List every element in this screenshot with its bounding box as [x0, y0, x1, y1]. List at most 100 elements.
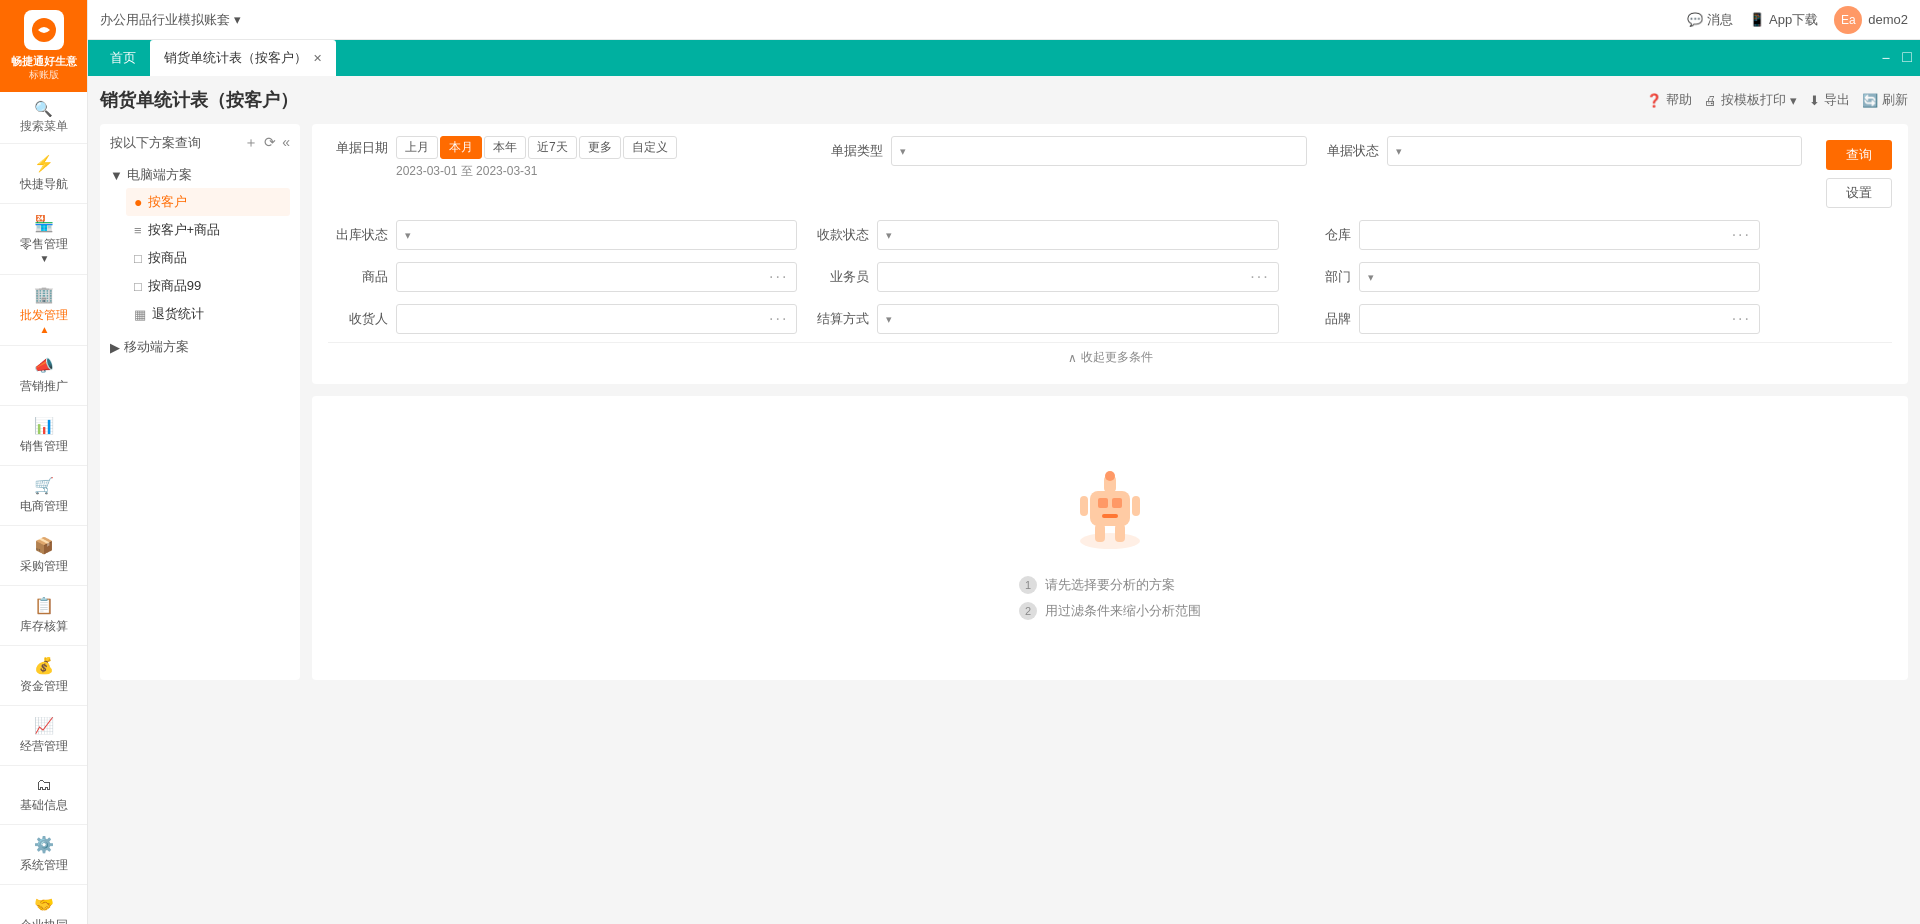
sidebar-item-operations[interactable]: 📈 经营管理: [0, 706, 87, 766]
collapse-icon: ∧: [1068, 351, 1077, 365]
message-button[interactable]: 💬 消息: [1687, 11, 1733, 29]
tree-node-desktop[interactable]: ▼ 电脑端方案: [110, 162, 290, 188]
tip-text-2: 用过滤条件来缩小分析范围: [1045, 602, 1201, 620]
chevron-down-icon: ▾: [1790, 93, 1797, 108]
svg-point-7: [1105, 471, 1115, 481]
sidebar-item-quick[interactable]: ⚡ 快捷导航: [0, 144, 87, 204]
tab-close-button[interactable]: ✕: [313, 52, 322, 65]
page-content: 销货单统计表（按客户） ❓ 帮助 🖨 按模板打印 ▾ ⬇ 导出 🔄 刷新: [88, 76, 1920, 924]
sidebar-item-wholesale[interactable]: 🏢 批发管理 ▲: [0, 275, 87, 346]
tree-desktop-label: 电脑端方案: [127, 166, 192, 184]
tree-child-by-customer[interactable]: ● 按客户: [126, 188, 290, 216]
window-maximize-button[interactable]: □: [1902, 48, 1912, 69]
sidebar-item-inventory[interactable]: 📋 库存核算: [0, 586, 87, 646]
department-select[interactable]: ▾: [1359, 262, 1760, 292]
sidebar-item-label: 销售管理: [20, 438, 68, 455]
window-minimize-button[interactable]: －: [1878, 48, 1894, 69]
date-this-month[interactable]: 本月: [440, 136, 482, 159]
app-download-label: App下载: [1769, 11, 1818, 29]
print-button[interactable]: 🖨 按模板打印 ▾: [1704, 91, 1797, 109]
doc-status-select[interactable]: ▾: [1387, 136, 1802, 166]
payment-status-label: 收款状态: [809, 226, 869, 244]
by-product-icon: □: [134, 251, 142, 266]
sidebar-item-basic[interactable]: 🗂 基础信息: [0, 766, 87, 825]
sidebar-item-retail[interactable]: 🏪 零售管理 ▼: [0, 204, 87, 275]
product-label: 商品: [328, 268, 388, 286]
sidebar-item-system[interactable]: ⚙️ 系统管理: [0, 825, 87, 885]
help-icon: ❓: [1646, 93, 1662, 108]
add-scheme-button[interactable]: ＋: [244, 134, 258, 152]
date-last-7days[interactable]: 近7天: [528, 136, 577, 159]
filter-receiver-col: 收货人 ···: [328, 304, 797, 334]
dots-icon: ···: [1732, 226, 1751, 244]
sidebar-item-sales[interactable]: 📊 销售管理: [0, 406, 87, 466]
export-button[interactable]: ⬇ 导出: [1809, 91, 1850, 109]
date-more[interactable]: 更多: [579, 136, 621, 159]
salesperson-label: 业务员: [809, 268, 869, 286]
warehouse-input[interactable]: ···: [1359, 220, 1760, 250]
refresh-button[interactable]: 🔄 刷新: [1862, 91, 1908, 109]
date-this-year[interactable]: 本年: [484, 136, 526, 159]
top-bar-right: 💬 消息 📱 App下载 Ea demo2: [1687, 6, 1908, 34]
tree-child-product-99[interactable]: □ 按商品99: [126, 272, 290, 300]
svg-rect-5: [1102, 514, 1118, 518]
payment-status-select[interactable]: ▾: [877, 220, 1278, 250]
filter-panel: 单据日期 上月 本月 本年 近7天 更多 自定义: [312, 124, 1908, 384]
sidebar-item-finance[interactable]: 💰 资金管理: [0, 646, 87, 706]
settings-button[interactable]: 设置: [1826, 178, 1892, 208]
date-label: 单据日期: [328, 139, 388, 157]
sidebar-item-label: 资金管理: [20, 678, 68, 695]
tree-child-customer-product[interactable]: ≡ 按客户+商品: [126, 216, 290, 244]
filter-warehouse-col: 仓库 ···: [1291, 220, 1760, 250]
tree-expand-icon: ▼: [110, 168, 123, 183]
scheme-header-title: 按以下方案查询: [110, 134, 201, 152]
user-info[interactable]: Ea demo2: [1834, 6, 1908, 34]
filter-row-2: 出库状态 ▾ 收款状态 ▾ 仓库: [328, 220, 1892, 250]
scheme-header-actions: ＋ ⟳ «: [244, 134, 290, 152]
doc-status-label: 单据状态: [1319, 142, 1379, 160]
ship-status-select[interactable]: ▾: [396, 220, 797, 250]
sidebar-item-label: 营销推广: [20, 378, 68, 395]
sidebar-item-label: 系统管理: [20, 857, 68, 874]
page-title: 销货单统计表（按客户）: [100, 88, 298, 112]
help-button[interactable]: ❓ 帮助: [1646, 91, 1692, 109]
product-input[interactable]: ···: [396, 262, 797, 292]
tab-sales-stats[interactable]: 销货单统计表（按客户） ✕: [150, 40, 336, 76]
svg-point-1: [1080, 533, 1140, 549]
tab-bar: 首页 销货单统计表（按客户） ✕ － □: [88, 40, 1920, 76]
brand-input[interactable]: ···: [1359, 304, 1760, 334]
refresh-scheme-button[interactable]: ⟳: [264, 134, 276, 152]
tree-child-by-product[interactable]: □ 按商品: [126, 244, 290, 272]
settlement-select[interactable]: ▾: [877, 304, 1278, 334]
sidebar-item-ecommerce[interactable]: 🛒 电商管理: [0, 466, 87, 526]
tree-child-return-stats[interactable]: ▦ 退货统计: [126, 300, 290, 328]
tab-home[interactable]: 首页: [96, 40, 150, 76]
filter-ship-col: 出库状态 ▾: [328, 220, 797, 250]
tree-node-mobile[interactable]: ▶ 移动端方案: [110, 334, 290, 360]
industry-dropdown[interactable]: 办公用品行业模拟账套 ▾: [100, 11, 241, 29]
sidebar-item-label: 采购管理: [20, 558, 68, 575]
basic-icon: 🗂: [36, 776, 52, 794]
receiver-input[interactable]: ···: [396, 304, 797, 334]
filter-row-1: 单据日期 上月 本月 本年 近7天 更多 自定义: [328, 136, 1892, 208]
filter-payment-col: 收款状态 ▾: [809, 220, 1278, 250]
doc-type-select[interactable]: ▾: [891, 136, 1306, 166]
date-last-month[interactable]: 上月: [396, 136, 438, 159]
date-custom[interactable]: 自定义: [623, 136, 677, 159]
app-download-button[interactable]: 📱 App下载: [1749, 11, 1818, 29]
sidebar-item-enterprise[interactable]: 🤝 企业协同: [0, 885, 87, 924]
chevron-down-icon: ▾: [234, 12, 241, 27]
top-bar: 办公用品行业模拟账套 ▾ 💬 消息 📱 App下载 Ea demo2: [88, 0, 1920, 40]
collapse-bar[interactable]: ∧ 收起更多条件: [328, 342, 1892, 372]
sidebar-item-label: 库存核算: [20, 618, 68, 635]
query-button[interactable]: 查询: [1826, 140, 1892, 170]
dots-icon: ···: [1250, 268, 1269, 286]
collapse-scheme-button[interactable]: «: [282, 134, 290, 152]
query-actions: 查询 设置: [1826, 136, 1892, 208]
sidebar-item-purchase[interactable]: 📦 采购管理: [0, 526, 87, 586]
sidebar-search-item[interactable]: 🔍 搜索菜单: [0, 92, 87, 144]
sidebar-item-marketing[interactable]: 📣 营销推广: [0, 346, 87, 406]
salesperson-input[interactable]: ···: [877, 262, 1278, 292]
svg-rect-4: [1112, 498, 1122, 508]
chevron-down-icon: ▼: [40, 253, 50, 264]
